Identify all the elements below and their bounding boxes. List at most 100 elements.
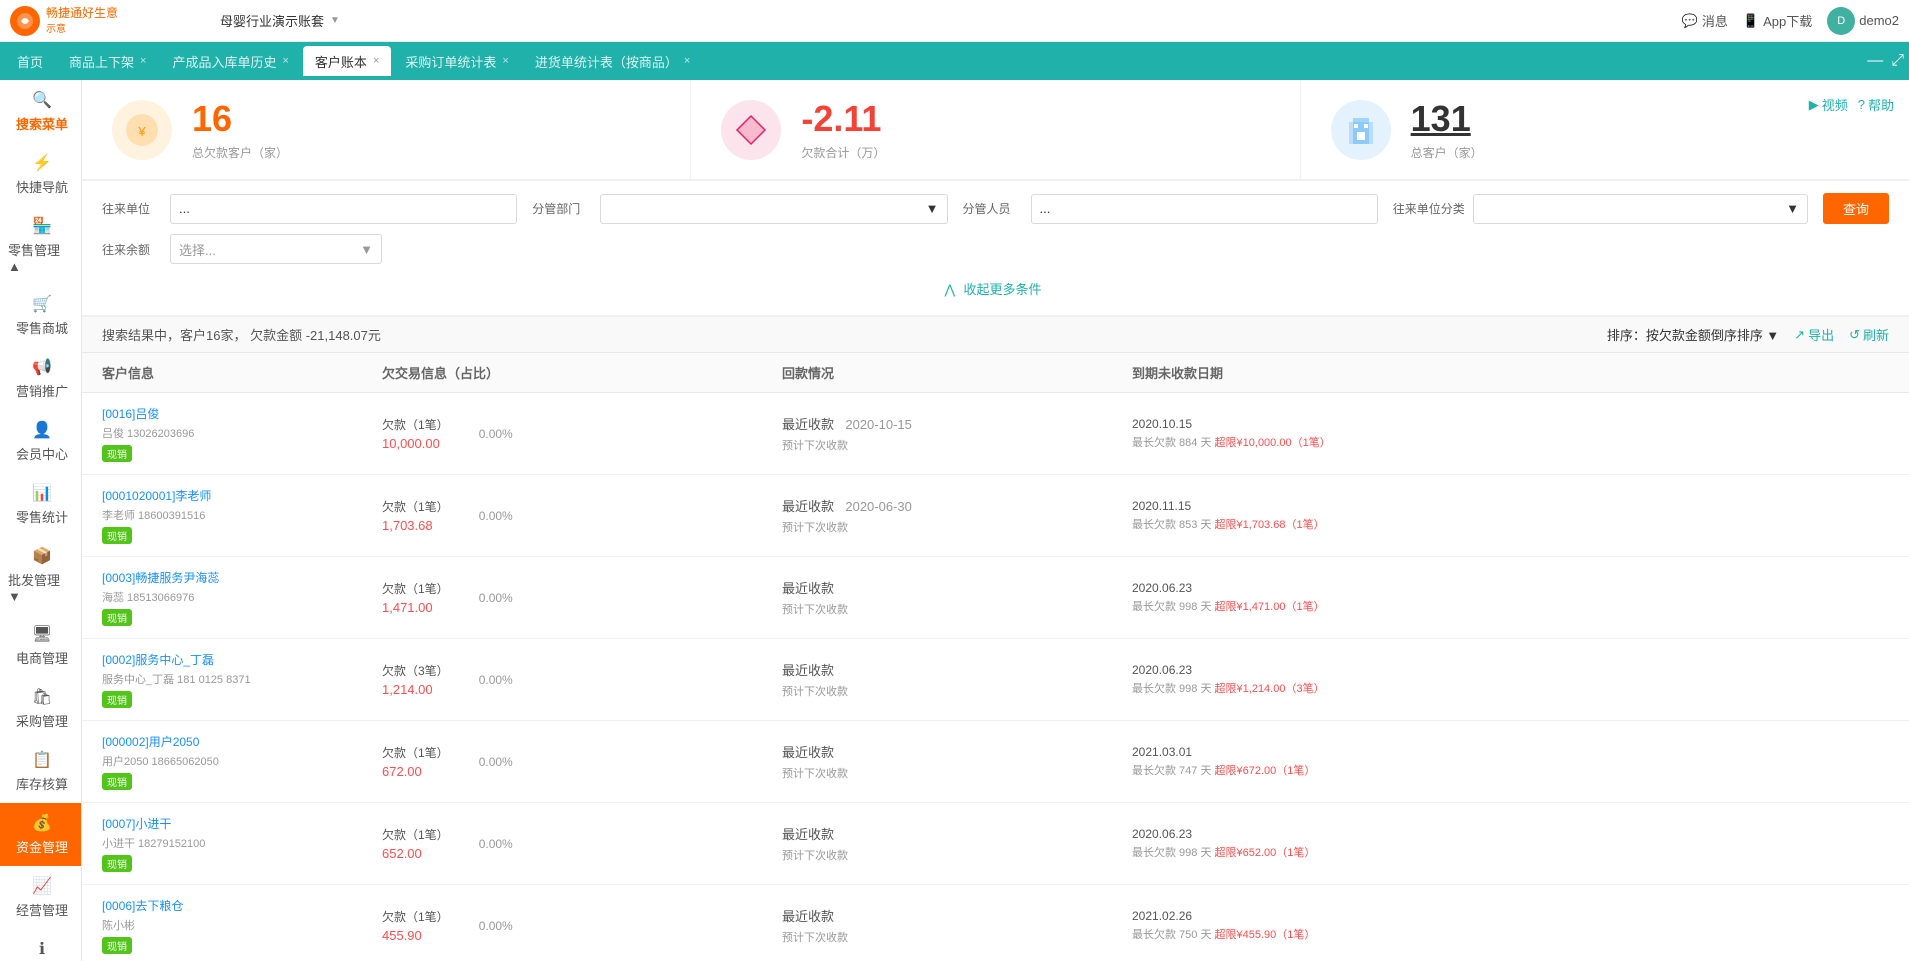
tab-shrink-btn[interactable]: — <box>1867 52 1883 70</box>
help-label: 帮助 <box>1868 95 1894 114</box>
company-select[interactable]: 母婴行业演示账套 ▼ <box>220 11 340 30</box>
tab-purchase-order-close[interactable]: × <box>502 55 508 67</box>
customer-name-6[interactable]: [0007]小进干 <box>102 817 171 831</box>
sidebar-quick-nav-label: 快捷导航 <box>16 177 68 196</box>
debt-amount-7: 455.90 <box>382 928 449 943</box>
debt-amount-3: 1,471.00 <box>382 600 449 615</box>
sidebar-item-inventory[interactable]: 📋 库存核算 <box>0 740 81 803</box>
debt-percent-6: 0.00% <box>479 837 513 851</box>
tab-purchase-order[interactable]: 采购订单统计表 × <box>393 46 520 76</box>
customer-name-7[interactable]: [0006]去下粮仓 <box>102 899 183 913</box>
stat-value-overdue: 16 <box>192 98 288 140</box>
basic-info-icon: ℹ <box>39 939 45 959</box>
retail-mall-icon: 🛒 <box>32 294 52 314</box>
overdue-amount-2[interactable]: 超限¥1,703.68（1笔） <box>1215 519 1325 531</box>
sidebar-item-ecommerce[interactable]: 🖥 电商管理 <box>0 614 81 677</box>
sidebar-item-retail-mgmt[interactable]: 🏪 零售管理 ▲ <box>0 206 81 284</box>
filter-balance: 往来余额 选择... ▼ <box>102 234 382 264</box>
sidebar-capital-mgmt-label: 资金管理 <box>16 837 68 856</box>
tab-purchase-stats[interactable]: 进货单统计表（按商品） × <box>523 46 702 76</box>
customer-phone-3: 海蕊 18513066976 <box>102 589 382 605</box>
overdue-cell-6: 2020.06.23 最长欠款 998 天 超限¥652.00（1笔） <box>1132 827 1889 860</box>
col-header-overdue: 到期未收款日期 <box>1132 363 1889 382</box>
source-unit-input[interactable]: ... <box>170 194 517 224</box>
overdue-amount-6[interactable]: 超限¥652.00（1笔） <box>1215 847 1316 859</box>
customer-name-3[interactable]: [0003]畅捷服务尹海蕊 <box>102 571 219 585</box>
sidebar-item-capital-mgmt[interactable]: 💰 资金管理 <box>0 803 81 866</box>
stat-card-total-customers: 131 总客户（家） ▶ 视频 ? 帮助 <box>1301 80 1909 179</box>
sidebar-item-purchase-mgmt[interactable]: 🛍 采购管理 <box>0 677 81 740</box>
sidebar: 🔍 搜索菜单 ⚡ 快捷导航 🏪 零售管理 ▲ 🛒 零售商城 📢 营销推广 👤 会… <box>0 80 82 961</box>
overdue-amount-5[interactable]: 超限¥672.00（1笔） <box>1215 765 1316 777</box>
recovery-cell-7: 最近收款 预计下次收款 <box>782 906 1132 945</box>
help-icon: ? <box>1858 97 1865 112</box>
sidebar-item-retail-mall[interactable]: 🛒 零售商城 <box>0 284 81 347</box>
tab-customer-account[interactable]: 客户账本 × <box>303 46 391 76</box>
app-download-btn[interactable]: 📱 App下载 <box>1743 11 1812 30</box>
user-menu[interactable]: D demo2 <box>1827 7 1899 35</box>
sidebar-item-membership[interactable]: 👤 会员中心 <box>0 410 81 473</box>
refresh-btn[interactable]: ↺ 刷新 <box>1849 325 1889 344</box>
stat-label-overdue: 总欠款客户（家） <box>192 144 288 161</box>
table-row: [0002]服务中心_丁磊 服务中心_丁磊 181 0125 8371 现销 欠… <box>82 639 1909 721</box>
business-mgmt-icon: 📈 <box>32 876 52 896</box>
customer-name-5[interactable]: [000002]用户2050 <box>102 735 199 749</box>
manager-input[interactable]: ... <box>1031 194 1378 224</box>
sidebar-item-retail-stats[interactable]: 📊 零售统计 <box>0 473 81 536</box>
sidebar-item-quick-nav[interactable]: ⚡ 快捷导航 <box>0 143 81 206</box>
results-amount: 欠款金额 -21,148.07元 <box>250 328 381 343</box>
export-icon: ↗ <box>1794 327 1805 343</box>
results-info: 搜索结果中，客户16家， 欠款金额 -21,148.07元 <box>102 325 381 344</box>
filter-manager: 分管人员 ... <box>963 194 1378 224</box>
collapse-row[interactable]: ⋀ 收起更多条件 <box>102 274 1889 303</box>
overdue-amount-4[interactable]: 超限¥1,214.00（3笔） <box>1215 683 1325 695</box>
recovery-cell-2: 最近收款 2020-06-30 预计下次收款 <box>782 496 1132 535</box>
sidebar-item-search-menu[interactable]: 🔍 搜索菜单 <box>0 80 81 143</box>
sidebar-item-business-mgmt[interactable]: 📈 经营管理 <box>0 866 81 929</box>
tab-product-history-close[interactable]: × <box>282 55 288 67</box>
customer-name-2[interactable]: [0001020001]李老师 <box>102 489 211 503</box>
tab-expand-btn[interactable]: ⤢ <box>1891 52 1904 70</box>
overdue-amount-1[interactable]: 超限¥10,000.00（1笔） <box>1215 437 1331 449</box>
recovery-cell-1: 最近收款 2020-10-15 预计下次收款 <box>782 414 1132 453</box>
overdue-amount-3[interactable]: 超限¥1,471.00（1笔） <box>1215 601 1325 613</box>
overdue-amount-7[interactable]: 超限¥455.90（1笔） <box>1215 929 1316 941</box>
customer-name-4[interactable]: [0002]服务中心_丁磊 <box>102 653 214 667</box>
sidebar-item-basic-info[interactable]: ℹ 基础信息 <box>0 929 81 961</box>
tab-product-history[interactable]: 产成品入库单历史 × <box>160 46 300 76</box>
overdue-days-7: 最长欠款 750 天 超限¥455.90（1笔） <box>1132 926 1889 942</box>
search-button[interactable]: 查询 <box>1823 193 1889 224</box>
balance-select[interactable]: 选择... ▼ <box>170 234 382 264</box>
sort-arrow-icon: ▼ <box>1766 328 1779 343</box>
tab-product-shelf-close[interactable]: × <box>140 55 146 67</box>
customer-cell-4: [0002]服务中心_丁磊 服务中心_丁磊 181 0125 8371 现销 <box>102 651 382 708</box>
sidebar-item-marketing[interactable]: 📢 营销推广 <box>0 347 81 410</box>
unit-category-dropdown[interactable]: ▼ <box>1473 194 1808 224</box>
dept-dropdown[interactable]: ▼ <box>600 194 947 224</box>
overdue-days-3: 最长欠款 998 天 超限¥1,471.00（1笔） <box>1132 598 1889 614</box>
sort-label: 排序：按欠款金额倒序排序 <box>1607 328 1763 343</box>
sidebar-item-batch-mgmt[interactable]: 📦 批发管理 ▼ <box>0 536 81 614</box>
tab-customer-account-close[interactable]: × <box>373 55 379 67</box>
svg-text:¥: ¥ <box>137 124 146 139</box>
message-btn[interactable]: 💬 消息 <box>1682 11 1728 30</box>
video-icon: ▶ <box>1809 97 1819 113</box>
user-avatar: D <box>1827 7 1855 35</box>
last-payment-label-6: 最近收款 <box>782 827 834 842</box>
filter-source-unit: 往来单位 ... <box>102 194 517 224</box>
video-btn[interactable]: ▶ 视频 <box>1809 95 1848 114</box>
tab-purchase-stats-close[interactable]: × <box>684 55 690 67</box>
customer-phone-1: 吕俊 13026203696 <box>102 425 382 441</box>
last-payment-date-2: 2020-06-30 <box>845 499 912 514</box>
debt-cell-3: 欠款（1笔） 1,471.00 0.00% <box>382 580 782 615</box>
table-row: [000002]用户2050 用户2050 18665062050 现销 欠款（… <box>82 721 1909 803</box>
sort-select[interactable]: 排序：按欠款金额倒序排序 ▼ <box>1607 325 1779 344</box>
export-btn[interactable]: ↗ 导出 <box>1794 325 1834 344</box>
logo-icon <box>10 6 40 36</box>
debt-count-4: 欠款（3笔） <box>382 662 449 679</box>
sidebar-batch-mgmt-label: 批发管理 ▼ <box>8 570 76 604</box>
tab-home[interactable]: 首页 <box>5 46 55 76</box>
customer-name-1[interactable]: [0016]吕俊 <box>102 407 159 421</box>
tab-product-shelf[interactable]: 商品上下架 × <box>57 46 158 76</box>
help-btn[interactable]: ? 帮助 <box>1858 95 1894 114</box>
